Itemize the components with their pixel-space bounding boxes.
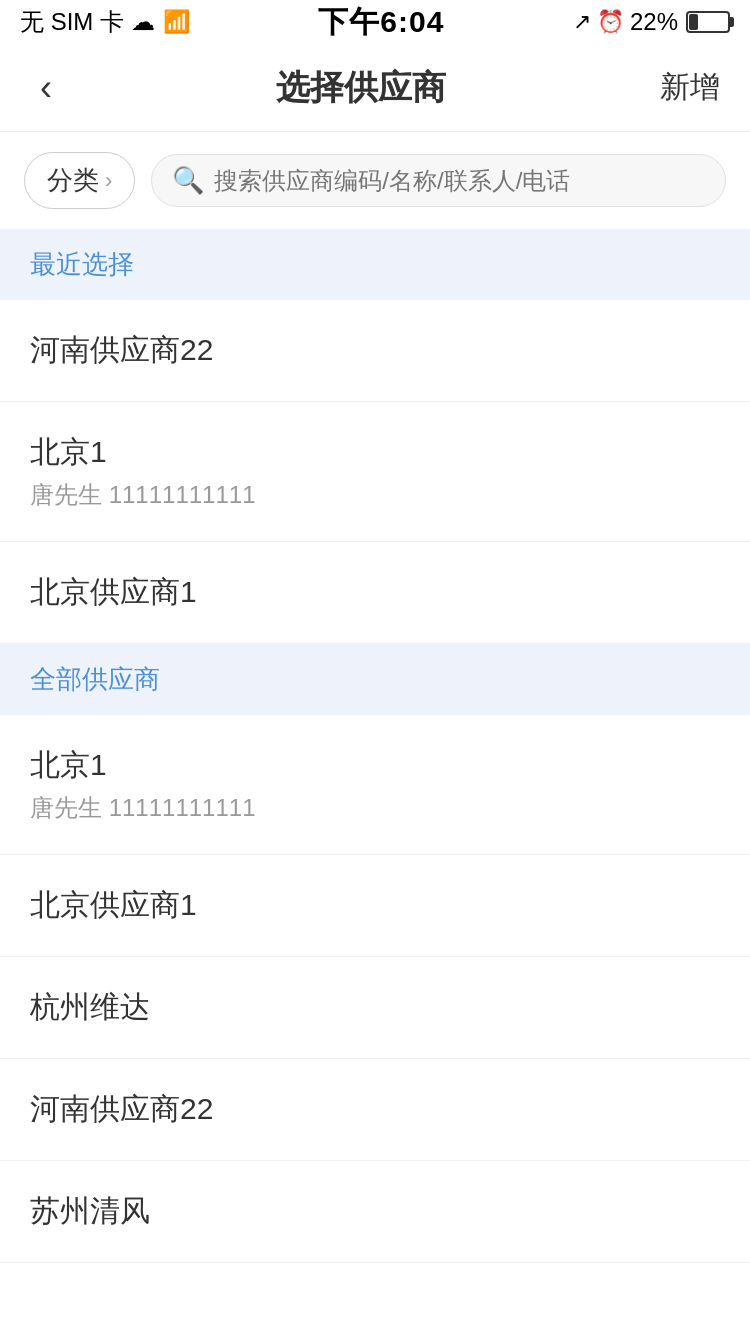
back-button[interactable]: ‹: [30, 57, 62, 119]
sim-label: 无 SIM 卡 ☁: [20, 6, 155, 38]
item-sub: 唐先生 11111111111: [30, 479, 720, 511]
battery-percent: 22%: [630, 8, 678, 36]
item-name: 河南供应商22: [30, 1089, 720, 1130]
all-suppliers-list: 北京1 唐先生 11111111111 北京供应商1 杭州维达河南供应商22 苏州清风: [0, 715, 750, 1263]
item-sub: 唐先生 11111111111: [30, 792, 720, 824]
list-item[interactable]: 北京供应商1: [0, 855, 750, 957]
item-name: 北京供应商1: [30, 572, 720, 613]
list-item[interactable]: 北京1 唐先生 11111111111: [0, 402, 750, 542]
nav-bar: ‹ 选择供应商 新增: [0, 44, 750, 132]
filter-bar: 分类 › 🔍: [0, 132, 750, 229]
list-item[interactable]: 苏州清风: [0, 1161, 750, 1263]
search-icon: 🔍: [172, 165, 204, 196]
wifi-icon: 📶: [163, 9, 190, 35]
list-item[interactable]: 北京供应商1: [0, 542, 750, 644]
status-time: 下午6:04: [318, 2, 444, 43]
battery-icon: [686, 11, 730, 33]
list-item[interactable]: 河南供应商22: [0, 300, 750, 402]
chevron-right-icon: ›: [105, 168, 112, 194]
item-name: 杭州维达: [30, 987, 720, 1028]
alarm-icon: ⏰: [597, 9, 624, 35]
item-name: 苏州清风: [30, 1191, 720, 1232]
search-box[interactable]: 🔍: [151, 154, 726, 207]
location-icon: ↗: [573, 9, 591, 35]
item-name: 河南供应商22: [30, 330, 720, 371]
page-title: 选择供应商: [276, 65, 446, 111]
all-section-header: 全部供应商: [0, 644, 750, 715]
list-item[interactable]: 河南供应商22: [0, 1059, 750, 1161]
item-name: 北京1: [30, 432, 720, 473]
status-bar: 无 SIM 卡 ☁ 📶 下午6:04 ↗ ⏰ 22%: [0, 0, 750, 44]
item-name: 北京1: [30, 745, 720, 786]
list-item[interactable]: 北京1 唐先生 11111111111: [0, 715, 750, 855]
recent-list: 河南供应商22 北京1 唐先生 11111111111 北京供应商1: [0, 300, 750, 644]
status-left: 无 SIM 卡 ☁ 📶: [20, 6, 190, 38]
category-button[interactable]: 分类 ›: [24, 152, 135, 209]
category-label: 分类: [47, 163, 99, 198]
item-name: 北京供应商1: [30, 885, 720, 926]
list-item[interactable]: 杭州维达: [0, 957, 750, 1059]
add-button[interactable]: 新增: [660, 67, 720, 108]
status-right: ↗ ⏰ 22%: [573, 8, 730, 36]
recent-section-header: 最近选择: [0, 229, 750, 300]
search-input[interactable]: [214, 167, 705, 195]
